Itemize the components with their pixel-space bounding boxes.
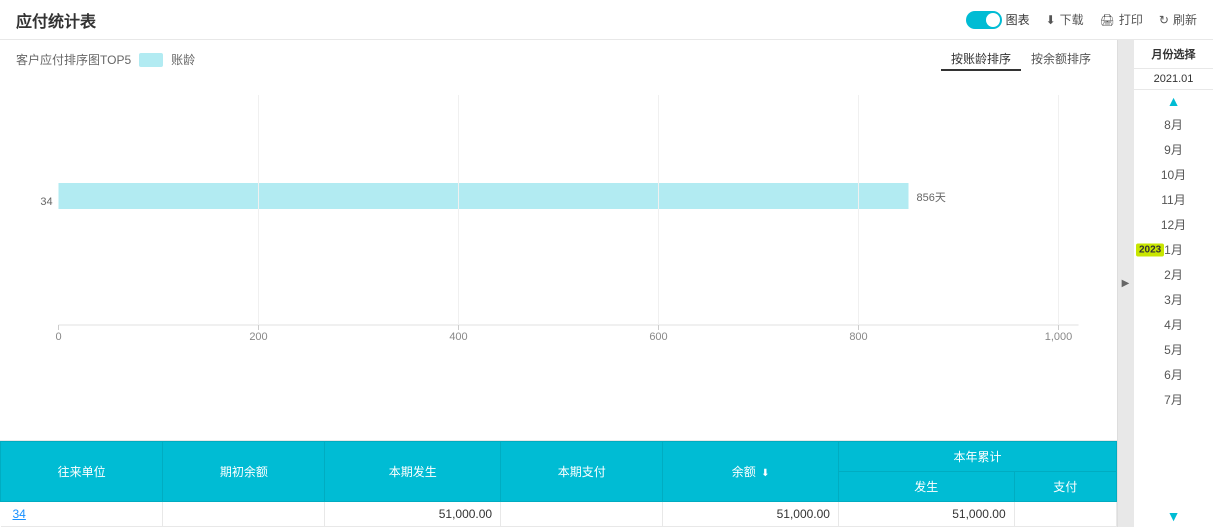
chart-toggle-group[interactable]: 图表: [966, 11, 1030, 29]
chevron-down-icon: ▼: [1167, 508, 1181, 524]
chart-header: 客户应付排序图TOP5 账龄 按账龄排序 按余额排序: [0, 40, 1117, 75]
month-list: 8月9月10月11月12月20231月2月3月4月5月6月7月: [1134, 112, 1213, 505]
scroll-down-btn[interactable]: ▼: [1134, 505, 1213, 527]
legend-color-box: [139, 53, 163, 67]
bar-chart: 34 856天 0 200 400 600: [16, 75, 1101, 365]
th-opening: 期初余额: [163, 442, 325, 502]
print-button[interactable]: 🖨 打印: [1100, 11, 1143, 28]
refresh-label: 刷新: [1173, 11, 1197, 28]
sort-by-balance-btn[interactable]: 按账龄排序: [941, 48, 1021, 71]
month-item[interactable]: 6月: [1134, 362, 1213, 387]
scroll-up-btn[interactable]: ▲: [1134, 90, 1213, 112]
cell-opening: [163, 502, 325, 527]
expand-icon: ▶: [1122, 278, 1130, 289]
th-current-occur: 本期发生: [325, 442, 501, 502]
th-balance: 余额 ⬇: [663, 442, 839, 502]
chart-sort-buttons: 按账龄排序 按余额排序: [941, 48, 1101, 71]
cell-ytd-occur: 51,000.00: [838, 502, 1014, 527]
chart-toggle-label: 图表: [1006, 11, 1030, 28]
unit-link[interactable]: 34: [13, 507, 26, 521]
bar-value-label: 856天: [917, 192, 946, 204]
download-icon: ⬇: [1046, 13, 1056, 27]
cell-unit: 34: [1, 502, 163, 527]
month-item[interactable]: 8月: [1134, 112, 1213, 137]
y-axis-label: 34: [40, 196, 52, 208]
month-item[interactable]: 20231月: [1134, 237, 1213, 262]
month-item[interactable]: 10月: [1134, 162, 1213, 187]
right-sidebar: 月份选择 2021.01 ▲ 8月9月10月11月12月20231月2月3月4月…: [1133, 40, 1213, 527]
month-item[interactable]: 5月: [1134, 337, 1213, 362]
main-content: 客户应付排序图TOP5 账龄 按账龄排序 按余额排序 34 856天: [0, 40, 1213, 527]
chart-legend: 客户应付排序图TOP5 账龄: [16, 51, 195, 68]
sidebar-scroll-area: ▲ 8月9月10月11月12月20231月2月3月4月5月6月7月 ▼: [1134, 90, 1213, 527]
sidebar-header-label: 月份选择: [1134, 40, 1213, 69]
print-label: 打印: [1119, 11, 1143, 28]
app-container: 应付统计表 图表 ⬇ 下载 🖨 打印 ↻ 刷新: [0, 0, 1213, 527]
header-actions: 图表 ⬇ 下载 🖨 打印 ↻ 刷新: [966, 11, 1197, 29]
cell-current-pay: [501, 502, 663, 527]
th-ytd-occur: 发生: [838, 472, 1014, 502]
refresh-button[interactable]: ↻ 刷新: [1159, 11, 1197, 28]
sidebar-current-month[interactable]: 2021.01: [1134, 69, 1213, 90]
x-tick-400: 400: [449, 331, 467, 343]
bar-rect: [59, 183, 909, 209]
th-unit: 往来单位: [1, 442, 163, 502]
chart-toggle[interactable]: [966, 11, 1002, 29]
table-area: 往来单位 期初余额 本期发生 本期支付 余额 ⬇ 本年累计 发生: [0, 440, 1117, 527]
data-table: 往来单位 期初余额 本期发生 本期支付 余额 ⬇ 本年累计 发生: [0, 441, 1117, 527]
x-tick-600: 600: [649, 331, 667, 343]
refresh-icon: ↻: [1159, 13, 1169, 27]
download-label: 下载: [1060, 11, 1084, 28]
year-label: 2023: [1136, 243, 1164, 256]
legend-color-label: 账龄: [171, 51, 195, 68]
header-bar: 应付统计表 图表 ⬇ 下载 🖨 打印 ↻ 刷新: [0, 0, 1213, 40]
month-item[interactable]: 9月: [1134, 137, 1213, 162]
x-tick-200: 200: [249, 331, 267, 343]
cell-balance: 51,000.00: [663, 502, 839, 527]
sort-by-amount-btn[interactable]: 按余额排序: [1021, 48, 1101, 71]
month-item[interactable]: 11月: [1134, 187, 1213, 212]
print-icon: 🖨: [1100, 13, 1115, 27]
page-title: 应付统计表: [16, 8, 96, 32]
sidebar-expand-btn[interactable]: ▶: [1117, 40, 1133, 527]
th-ytd-pay: 支付: [1014, 472, 1116, 502]
cell-ytd-pay: [1014, 502, 1116, 527]
month-item[interactable]: 7月: [1134, 387, 1213, 412]
x-tick-0: 0: [55, 331, 61, 343]
month-item[interactable]: 4月: [1134, 312, 1213, 337]
month-item[interactable]: 2月: [1134, 262, 1213, 287]
cell-current-occur: 51,000.00: [325, 502, 501, 527]
balance-icon: ⬇: [761, 468, 769, 479]
x-tick-1000: 1,000: [1045, 331, 1073, 343]
table-row: 34 51,000.00 51,000.00 51,000.00: [1, 502, 1117, 527]
month-item[interactable]: 3月: [1134, 287, 1213, 312]
x-tick-800: 800: [849, 331, 867, 343]
download-button[interactable]: ⬇ 下载: [1046, 11, 1084, 28]
chevron-up-icon: ▲: [1167, 93, 1181, 109]
chart-svg-container: 34 856天 0 200 400 600: [0, 75, 1117, 440]
th-ytd: 本年累计: [838, 442, 1116, 472]
month-item[interactable]: 12月: [1134, 212, 1213, 237]
chart-area: 客户应付排序图TOP5 账龄 按账龄排序 按余额排序 34 856天: [0, 40, 1117, 527]
th-current-pay: 本期支付: [501, 442, 663, 502]
legend-label: 客户应付排序图TOP5: [16, 51, 131, 68]
